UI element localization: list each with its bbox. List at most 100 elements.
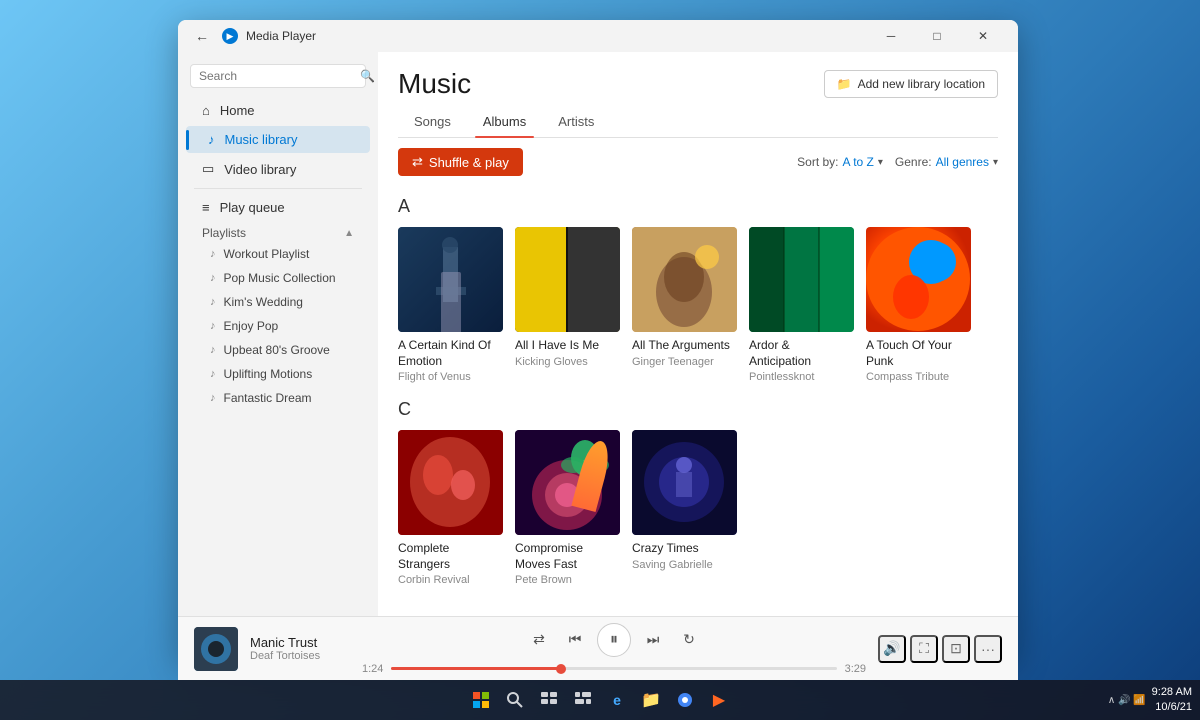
add-library-button[interactable]: 📁 Add new library location [824, 70, 998, 98]
track-title: Manic Trust [250, 635, 350, 650]
playlist-item[interactable]: ♪ Pop Music Collection [186, 267, 370, 289]
maximize-button[interactable]: □ [914, 20, 960, 52]
collapse-playlists-button[interactable]: ▲ [344, 228, 354, 239]
page-title: Music [398, 68, 471, 100]
sort-chevron-icon: ▾ [878, 157, 883, 168]
search-button[interactable] [499, 684, 531, 716]
explorer-button[interactable]: 📁 [635, 684, 667, 716]
tab-albums[interactable]: Albums [467, 108, 542, 137]
taskbar-right: ∧ 🔊 📶 9:28 AM 10/6/21 [1108, 685, 1192, 716]
title-bar-left: ← ▶ Media Player [190, 24, 868, 48]
back-button[interactable]: ← [190, 24, 214, 48]
system-icons: ∧ 🔊 📶 [1108, 695, 1146, 706]
album-title: Complete Strangers [398, 541, 503, 572]
album-cover [866, 227, 971, 332]
sort-dropdown[interactable]: Sort by: A to Z ▾ [797, 155, 883, 169]
sort-genre-row: Sort by: A to Z ▾ Genre: All genres ▾ [797, 155, 998, 169]
albums-scroll[interactable]: A A Certain [378, 184, 1018, 660]
playlist-item[interactable]: ♪ Uplifting Motions [186, 363, 370, 385]
repeat-button[interactable]: ↻ [675, 626, 703, 654]
progress-bar-row: 1:24 3:29 [362, 663, 866, 675]
progress-section: ⇄ ⏮ ⏸ ⏭ ↻ 1:24 3:29 [362, 623, 866, 675]
more-options-button[interactable]: ··· [974, 635, 1002, 663]
album-card[interactable]: Complete Strangers Corbin Revival [398, 430, 503, 586]
album-card[interactable]: A Touch Of Your Punk Compass Tribute [866, 227, 971, 383]
now-playing-info: Manic Trust Deaf Tortoises [250, 635, 350, 662]
volume-button[interactable]: 🔊 [878, 635, 906, 663]
previous-button[interactable]: ⏮ [561, 626, 589, 654]
playlist-item[interactable]: ♪ Fantastic Dream [186, 387, 370, 409]
album-title: All I Have Is Me [515, 338, 620, 354]
album-card[interactable]: Crazy Times Saving Gabrielle [632, 430, 737, 586]
close-button[interactable]: ✕ [960, 20, 1006, 52]
widgets-button[interactable] [567, 684, 599, 716]
album-cover [632, 430, 737, 535]
album-title: Crazy Times [632, 541, 737, 557]
album-artist: Corbin Revival [398, 574, 503, 586]
media-player-taskbar-button[interactable]: ▶ [703, 684, 735, 716]
now-playing-thumbnail [194, 627, 238, 671]
progress-track[interactable] [391, 667, 836, 670]
nav-video-wrapper: ▭ Video library [178, 154, 378, 184]
albums-row-c: Complete Strangers Corbin Revival [398, 430, 998, 586]
album-card[interactable]: Ardor & Anticipation Pointlessknot [749, 227, 854, 383]
album-card[interactable]: A Certain Kind Of Emotion Flight of Venu… [398, 227, 503, 383]
album-artist: Kicking Gloves [515, 356, 620, 368]
time-total: 3:29 [845, 663, 866, 675]
pause-button[interactable]: ⏸ [597, 623, 631, 657]
tab-songs[interactable]: Songs [398, 108, 467, 137]
album-cover [749, 227, 854, 332]
album-artist: Ginger Teenager [632, 356, 737, 368]
sidebar-item-video-library[interactable]: ▭ Video library [186, 155, 370, 183]
shuffle-play-button[interactable]: ⇄ Shuffle & play [398, 148, 523, 176]
album-card[interactable]: All The Arguments Ginger Teenager [632, 227, 737, 383]
album-title: Ardor & Anticipation [749, 338, 854, 369]
sidebar-divider [194, 188, 362, 189]
album-card[interactable]: Compromise Moves Fast Pete Brown [515, 430, 620, 586]
playlist-item[interactable]: ♪ Workout Playlist [186, 243, 370, 265]
section-letter-a: A [398, 196, 998, 217]
tabs-bar: Songs Albums Artists [398, 108, 998, 138]
playlist-item[interactable]: ♪ Enjoy Pop [186, 315, 370, 337]
start-button[interactable] [465, 684, 497, 716]
album-cover [632, 227, 737, 332]
edge-button[interactable]: e [601, 684, 633, 716]
album-artist: Pointlessknot [749, 371, 854, 383]
sidebar: 🔍 ⌂ Home ♪ Music library ▭ Video li [178, 52, 378, 660]
now-playing-bar: Manic Trust Deaf Tortoises ⇄ ⏮ ⏸ ⏭ ↻ 1:2… [178, 616, 1018, 680]
shuffle-icon: ⇄ [412, 154, 423, 170]
playlist-item[interactable]: ♪ Upbeat 80's Groove [186, 339, 370, 361]
music-icon: ♪ [208, 132, 215, 147]
playlist-item[interactable]: ♪ Kim's Wedding [186, 291, 370, 313]
playlist-icon: ♪ [210, 368, 216, 380]
sidebar-item-home[interactable]: ⌂ Home [186, 97, 370, 124]
minimize-button[interactable]: ─ [868, 20, 914, 52]
sidebar-item-play-queue[interactable]: ≡ Play queue [186, 194, 370, 221]
tab-artists[interactable]: Artists [542, 108, 610, 137]
progress-thumb [556, 664, 566, 674]
window-title: Media Player [246, 29, 316, 43]
genre-chevron-icon: ▾ [993, 157, 998, 168]
search-input[interactable] [199, 69, 354, 83]
fullscreen-button[interactable]: ⛶ [910, 635, 938, 663]
add-icon: 📁 [837, 77, 852, 91]
taskbar-center: e 📁 ▶ [465, 684, 735, 716]
content-toolbar: ⇄ Shuffle & play Sort by: A to Z ▾ Genre… [378, 138, 1018, 184]
miniplayer-button[interactable]: ⊡ [942, 635, 970, 663]
shuffle-button[interactable]: ⇄ [525, 626, 553, 654]
task-view-button[interactable] [533, 684, 565, 716]
chrome-button[interactable] [669, 684, 701, 716]
main-content: Music 📁 Add new library location Songs A… [378, 52, 1018, 660]
nav-playqueue-wrapper: ≡ Play queue [178, 193, 378, 222]
sidebar-item-music-library[interactable]: ♪ Music library [186, 126, 370, 153]
album-cover [398, 430, 503, 535]
next-button[interactable]: ⏭ [639, 626, 667, 654]
album-card[interactable]: All I Have Is Me Kicking Gloves [515, 227, 620, 383]
queue-icon: ≡ [202, 200, 210, 215]
genre-dropdown[interactable]: Genre: All genres ▾ [895, 155, 998, 169]
track-artist: Deaf Tortoises [250, 650, 350, 662]
nav-music-wrapper: ♪ Music library [178, 125, 378, 154]
playlist-icon: ♪ [210, 344, 216, 356]
album-artist: Flight of Venus [398, 371, 503, 383]
search-box[interactable]: 🔍 [190, 64, 366, 88]
